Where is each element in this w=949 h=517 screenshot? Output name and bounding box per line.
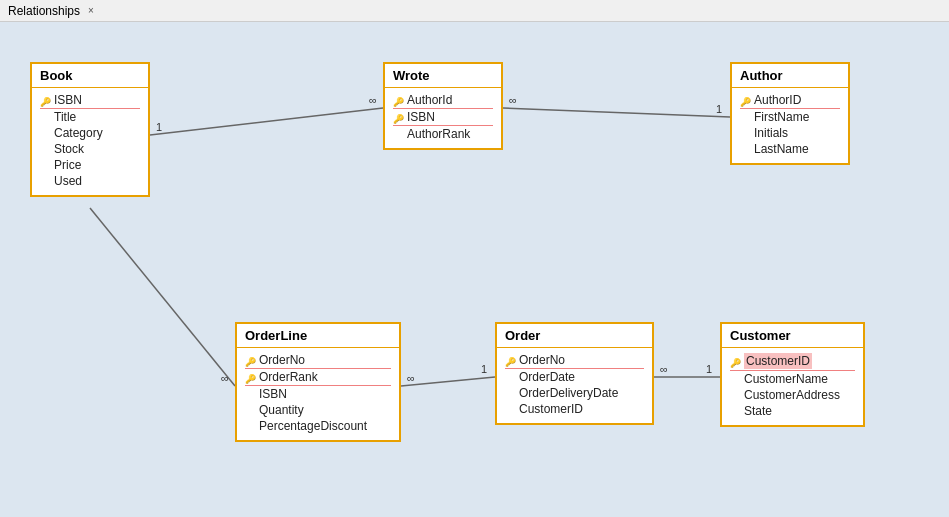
table-row: Quantity xyxy=(245,402,391,418)
field-name: CustomerName xyxy=(744,372,828,386)
table-row: Initials xyxy=(740,125,840,141)
svg-text:∞: ∞ xyxy=(221,372,229,384)
svg-text:∞: ∞ xyxy=(369,94,377,106)
table-row: ISBN xyxy=(40,92,140,109)
table-row: CustomerID xyxy=(505,401,644,417)
table-wrote-header: Wrote xyxy=(385,64,501,88)
pk-icon xyxy=(245,354,255,366)
table-orderLine-header: OrderLine xyxy=(237,324,399,348)
table-row: OrderRank xyxy=(245,369,391,386)
table-order-header: Order xyxy=(497,324,652,348)
table-row: CustomerID xyxy=(730,352,855,371)
table-row: CustomerName xyxy=(730,371,855,387)
table-row: OrderDate xyxy=(505,369,644,385)
pk-icon xyxy=(393,111,403,123)
table-row: OrderDeliveryDate xyxy=(505,385,644,401)
svg-text:1: 1 xyxy=(706,363,712,375)
field-name: Stock xyxy=(54,142,84,156)
field-name: State xyxy=(744,404,772,418)
table-customer: Customer CustomerID CustomerName CustomerAd… xyxy=(720,322,865,427)
svg-line-0 xyxy=(150,108,383,135)
table-author: Author AuthorID FirstName Initials LastName xyxy=(730,62,850,165)
canvas: 1 ∞ ∞ 1 ∞ ∞ 1 ∞ 1 Book ISBN Title Category Stock Pric… xyxy=(0,22,949,517)
table-row: State xyxy=(730,403,855,419)
table-row: AuthorRank xyxy=(393,126,493,142)
field-name: OrderRank xyxy=(259,370,318,384)
svg-text:∞: ∞ xyxy=(660,363,668,375)
table-orderLine-body: OrderNo OrderRank ISBN Quantity PercentageDi… xyxy=(237,348,399,440)
svg-text:1: 1 xyxy=(716,103,722,115)
table-orderLine: OrderLine OrderNo OrderRank ISBN Quantity Per… xyxy=(235,322,401,442)
field-name: PercentageDiscount xyxy=(259,419,367,433)
field-name: Used xyxy=(54,174,82,188)
svg-text:1: 1 xyxy=(481,363,487,375)
table-wrote: Wrote AuthorId ISBN AuthorRank xyxy=(383,62,503,150)
svg-text:1: 1 xyxy=(156,121,162,133)
title-bar: Relationships × xyxy=(0,0,949,22)
field-name: CustomerAddress xyxy=(744,388,840,402)
table-row: AuthorID xyxy=(740,92,840,109)
field-name: Price xyxy=(54,158,81,172)
svg-line-3 xyxy=(503,108,730,117)
table-author-body: AuthorID FirstName Initials LastName xyxy=(732,88,848,163)
field-name: FirstName xyxy=(754,110,809,124)
table-author-header: Author xyxy=(732,64,848,88)
field-name: AuthorID xyxy=(754,93,801,107)
table-book-body: ISBN Title Category Stock Price Used xyxy=(32,88,148,195)
field-name: OrderDeliveryDate xyxy=(519,386,618,400)
table-row: FirstName xyxy=(740,109,840,125)
table-row: Stock xyxy=(40,141,140,157)
pk-icon xyxy=(505,354,515,366)
table-row: Category xyxy=(40,125,140,141)
table-book: Book ISBN Title Category Stock Price Used xyxy=(30,62,150,197)
svg-text:∞: ∞ xyxy=(407,372,415,384)
field-name: LastName xyxy=(754,142,809,156)
pk-icon xyxy=(730,355,740,367)
field-name: ISBN xyxy=(54,93,82,107)
table-row: OrderNo xyxy=(245,352,391,369)
field-name: OrderDate xyxy=(519,370,575,384)
pk-icon xyxy=(245,371,255,383)
table-customer-body: CustomerID CustomerName CustomerAddress Sta… xyxy=(722,348,863,425)
table-row: PercentageDiscount xyxy=(245,418,391,434)
field-name: OrderNo xyxy=(519,353,565,367)
field-name: Category xyxy=(54,126,103,140)
svg-line-8 xyxy=(401,377,495,386)
field-name: AuthorRank xyxy=(407,127,470,141)
table-row: OrderNo xyxy=(505,352,644,369)
field-name: OrderNo xyxy=(259,353,305,367)
pk-icon xyxy=(740,94,750,106)
svg-line-6 xyxy=(90,208,235,386)
table-order-body: OrderNo OrderDate OrderDeliveryDate Custome… xyxy=(497,348,652,423)
svg-text:∞: ∞ xyxy=(509,94,517,106)
table-row: Price xyxy=(40,157,140,173)
field-name: CustomerID xyxy=(519,402,583,416)
field-name: CustomerID xyxy=(744,353,812,369)
table-row: AuthorId xyxy=(393,92,493,109)
field-name: Quantity xyxy=(259,403,304,417)
table-row: Title xyxy=(40,109,140,125)
table-row: ISBN xyxy=(245,386,391,402)
title-bar-label: Relationships xyxy=(8,4,80,18)
field-name: AuthorId xyxy=(407,93,452,107)
table-wrote-body: AuthorId ISBN AuthorRank xyxy=(385,88,501,148)
field-name: ISBN xyxy=(407,110,435,124)
table-customer-header: Customer xyxy=(722,324,863,348)
field-name: ISBN xyxy=(259,387,287,401)
pk-icon xyxy=(40,94,50,106)
pk-icon xyxy=(393,94,403,106)
field-name: Initials xyxy=(754,126,788,140)
table-row: ISBN xyxy=(393,109,493,126)
table-row: CustomerAddress xyxy=(730,387,855,403)
field-name: Title xyxy=(54,110,76,124)
close-tab-icon[interactable]: × xyxy=(88,5,94,16)
table-row: LastName xyxy=(740,141,840,157)
table-row: Used xyxy=(40,173,140,189)
table-book-header: Book xyxy=(32,64,148,88)
table-order: Order OrderNo OrderDate OrderDeliveryDate Cu… xyxy=(495,322,654,425)
